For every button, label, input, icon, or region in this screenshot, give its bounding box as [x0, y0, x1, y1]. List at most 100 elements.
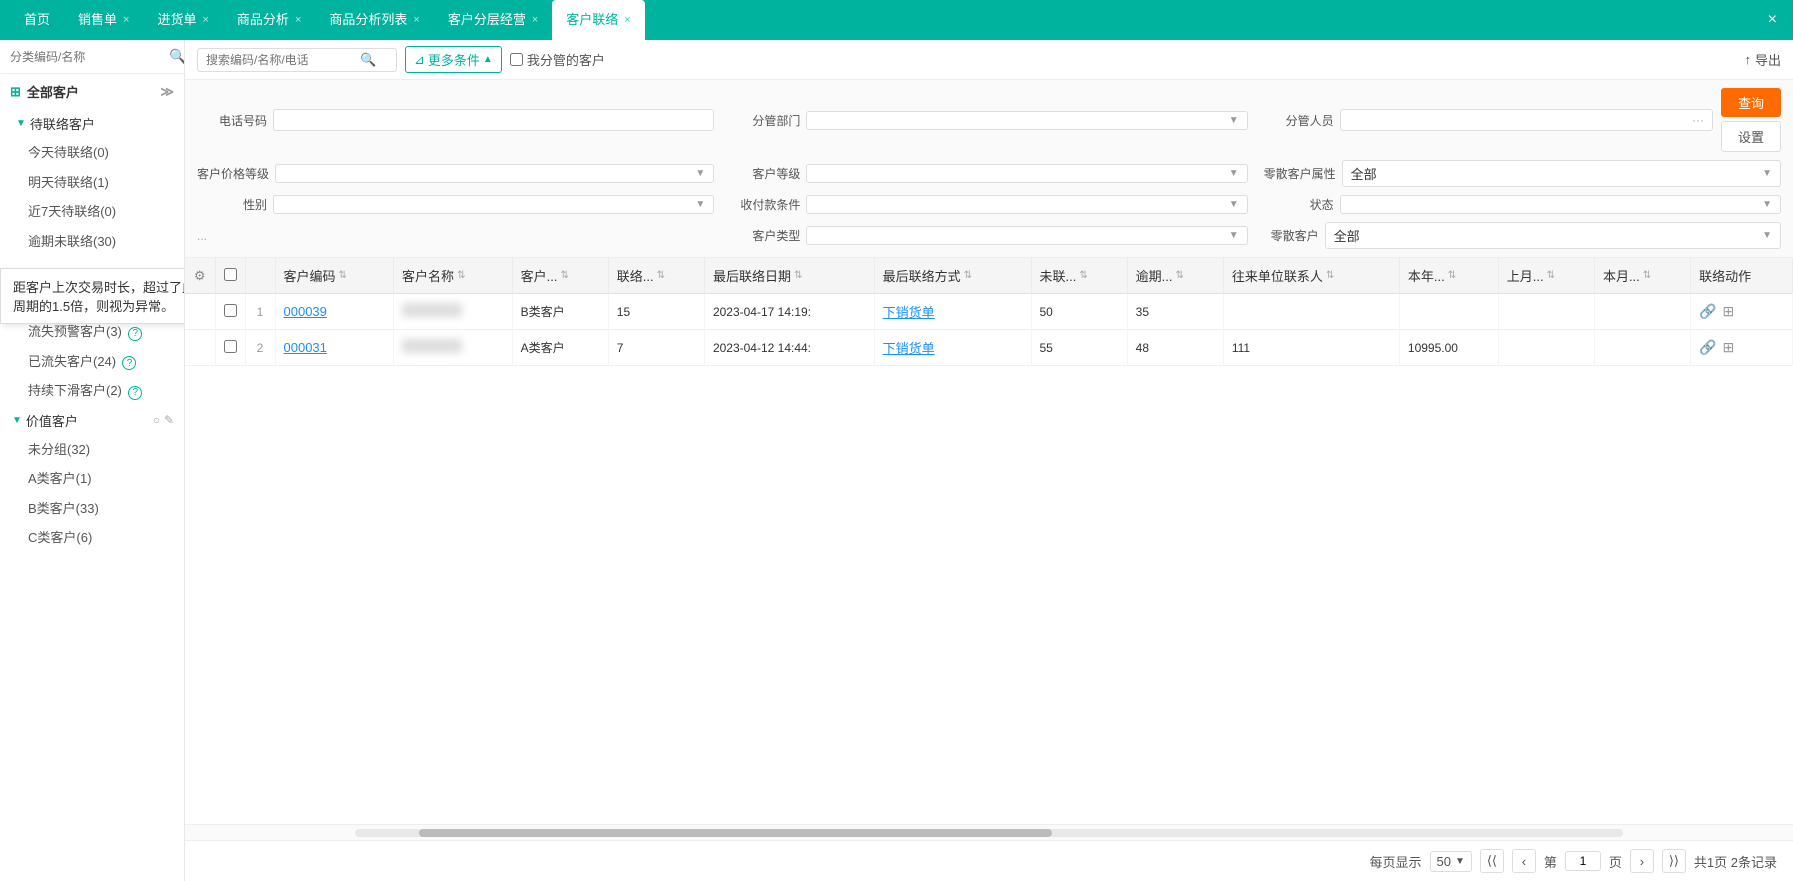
query-button[interactable]: 查询	[1721, 88, 1781, 117]
phone-input[interactable]	[273, 109, 714, 131]
more-conditions-button[interactable]: ⊿ 更多条件 ▲	[405, 46, 502, 73]
row2-grid-icon[interactable]: ⊞	[1723, 339, 1735, 356]
settings-button[interactable]: 设置	[1721, 121, 1781, 152]
status-select[interactable]: ▼	[1340, 195, 1781, 214]
circle-icon[interactable]: ○	[153, 413, 160, 427]
sidebar-group-pending-contact[interactable]: ▼ 待联络客户	[0, 109, 184, 138]
table-settings-icon[interactable]: ⚙	[194, 268, 206, 283]
collapse-sidebar-icon[interactable]: ≫	[160, 84, 174, 100]
export-icon: ↑	[1744, 52, 1751, 67]
nav-close-customer-segmentation[interactable]: ×	[532, 0, 538, 40]
filter-row-phone: 电话号码	[197, 88, 714, 152]
info-icon-declining[interactable]: ?	[128, 386, 142, 400]
all-customers-header[interactable]: ⊞ 全部客户 ≫	[0, 74, 184, 109]
customer-level-select[interactable]: ▼	[806, 164, 1247, 183]
sidebar-value-group[interactable]: ▼ 价值客户 ○ ✎	[0, 406, 184, 435]
grid-icon: ⊞	[10, 84, 21, 100]
nav-sales-order[interactable]: 销售单 ×	[64, 0, 143, 40]
sidebar-item-churned[interactable]: 已流失客户(24) ?	[0, 347, 184, 377]
sidebar-item-declining[interactable]: 持续下滑客户(2) ?	[0, 376, 184, 406]
row2-link-icon[interactable]: 🔗	[1699, 339, 1716, 356]
sidebar-item-a-class[interactable]: A类客户(1)	[0, 464, 184, 494]
branch-dept-select[interactable]: ▼	[806, 111, 1247, 130]
sort-icon-this-year: ⇅	[1448, 270, 1456, 281]
nav-product-analysis[interactable]: 商品分析 ×	[223, 0, 315, 40]
row1-link-icon[interactable]: 🔗	[1699, 303, 1716, 320]
row1-last-date: 2023-04-17 14:19:	[704, 294, 874, 330]
nav-product-analysis-list[interactable]: 商品分析列表 ×	[315, 0, 433, 40]
my-customer-checkbox-wrap[interactable]: 我分管的客户	[510, 50, 605, 69]
sidebar-item-overdue-contact[interactable]: 逾期未联络(30)	[0, 227, 184, 257]
sidebar-item-b-class[interactable]: B类客户(33)	[0, 494, 184, 524]
ellipsis-icon[interactable]: ···	[1692, 113, 1704, 127]
sidebar-item-ungrouped[interactable]: 未分组(32)	[0, 435, 184, 465]
sidebar-item-7days-contact[interactable]: 近7天待联络(0)	[0, 197, 184, 227]
info-icon-churn-warning[interactable]: ?	[128, 327, 142, 341]
next-page-button[interactable]: ›	[1630, 849, 1654, 873]
th-customer-type[interactable]: 客户... ⇅	[512, 258, 608, 294]
search-icon[interactable]: 🔍	[360, 52, 376, 68]
prev-page-button[interactable]: ‹	[1512, 849, 1536, 873]
th-this-month[interactable]: 本月... ⇅	[1594, 258, 1690, 294]
export-button[interactable]: ↑ 导出	[1744, 50, 1781, 69]
last-page-button[interactable]: ⟩⟩	[1662, 849, 1686, 873]
th-customer-code[interactable]: 客户编码 ⇅	[275, 258, 394, 294]
nav-close-product-analysis-list[interactable]: ×	[413, 0, 419, 40]
retail-customer-select[interactable]: 全部 ▼	[1325, 222, 1781, 249]
payment-select[interactable]: ▼	[806, 195, 1247, 214]
gender-select[interactable]: ▼	[273, 195, 714, 214]
retail-attr-select[interactable]: 全部 ▼	[1342, 160, 1781, 187]
chevron-down-icon-page: ▼	[1455, 856, 1465, 867]
nav-customer-segmentation[interactable]: 客户分层经营 ×	[434, 0, 552, 40]
row2-type: A类客户	[512, 330, 608, 366]
info-icon-churned[interactable]: ?	[122, 356, 136, 370]
status-label: 状态	[1264, 196, 1334, 213]
sidebar: 🔍 ⊞ 全部客户 ≫ ▼ 待联络客户 今天待联络(0) 明天待联络(1) 近7天…	[0, 40, 185, 881]
branch-person-label: 分管人员	[1264, 112, 1334, 129]
row2-code[interactable]: 000031	[275, 330, 394, 366]
th-last-contact-method[interactable]: 最后联络方式 ⇅	[874, 258, 1031, 294]
row1-code[interactable]: 000039	[275, 294, 394, 330]
row1-checkbox[interactable]	[224, 304, 237, 317]
page-size-select[interactable]: 50 ▼	[1430, 851, 1472, 872]
nav-close-sales-order[interactable]: ×	[123, 0, 129, 40]
nav-customer-contact[interactable]: 客户联络 ×	[552, 0, 644, 40]
th-this-year[interactable]: 本年... ⇅	[1399, 258, 1498, 294]
nav-close-customer-contact[interactable]: ×	[624, 0, 630, 40]
chevron-down-icon-3: ▼	[1229, 168, 1239, 179]
sidebar-search-icon[interactable]: 🔍	[169, 48, 185, 65]
page-number-input[interactable]	[1565, 851, 1601, 871]
window-close-button[interactable]: ×	[1768, 11, 1777, 29]
th-un-contacted[interactable]: 未联... ⇅	[1031, 258, 1127, 294]
row2-checkbox[interactable]	[224, 340, 237, 353]
nav-close-purchase-order[interactable]: ×	[202, 0, 208, 40]
search-input[interactable]	[206, 53, 356, 67]
th-overdue[interactable]: 逾期... ⇅	[1127, 258, 1223, 294]
customer-type-select[interactable]: ▼	[806, 226, 1247, 245]
sidebar-item-tomorrow-contact[interactable]: 明天待联络(1)	[0, 168, 184, 198]
nav-home[interactable]: 首页	[10, 0, 64, 40]
th-customer-name[interactable]: 客户名称 ⇅	[394, 258, 513, 294]
more-dots-label[interactable]: ...	[197, 229, 207, 243]
edit-icon[interactable]: ✎	[164, 413, 174, 427]
phone-label: 电话号码	[197, 112, 267, 129]
th-contacts[interactable]: 往来单位联系人 ⇅	[1223, 258, 1399, 294]
sidebar-item-today-contact[interactable]: 今天待联络(0)	[0, 138, 184, 168]
first-page-button[interactable]: ⟨⟨	[1480, 849, 1504, 873]
price-level-select[interactable]: ▼	[275, 164, 714, 183]
row1-this-month	[1594, 294, 1690, 330]
horizontal-scroll-bar[interactable]	[185, 824, 1793, 840]
th-last-month[interactable]: 上月... ⇅	[1498, 258, 1594, 294]
branch-person-select[interactable]: ···	[1340, 109, 1713, 131]
sidebar-item-c-class[interactable]: C类客户(6)	[0, 523, 184, 553]
row2-settings-cell	[185, 330, 215, 366]
th-contact-count[interactable]: 联络... ⇅	[608, 258, 704, 294]
row1-grid-icon[interactable]: ⊞	[1723, 303, 1735, 320]
nav-purchase-order[interactable]: 进货单 ×	[143, 0, 222, 40]
my-customer-checkbox[interactable]	[510, 53, 523, 66]
nav-close-product-analysis[interactable]: ×	[295, 0, 301, 40]
sidebar-search-input[interactable]	[10, 50, 165, 64]
select-all-checkbox[interactable]	[224, 268, 237, 281]
payment-label: 收付款条件	[730, 196, 800, 213]
th-last-contact-date[interactable]: 最后联络日期 ⇅	[704, 258, 874, 294]
